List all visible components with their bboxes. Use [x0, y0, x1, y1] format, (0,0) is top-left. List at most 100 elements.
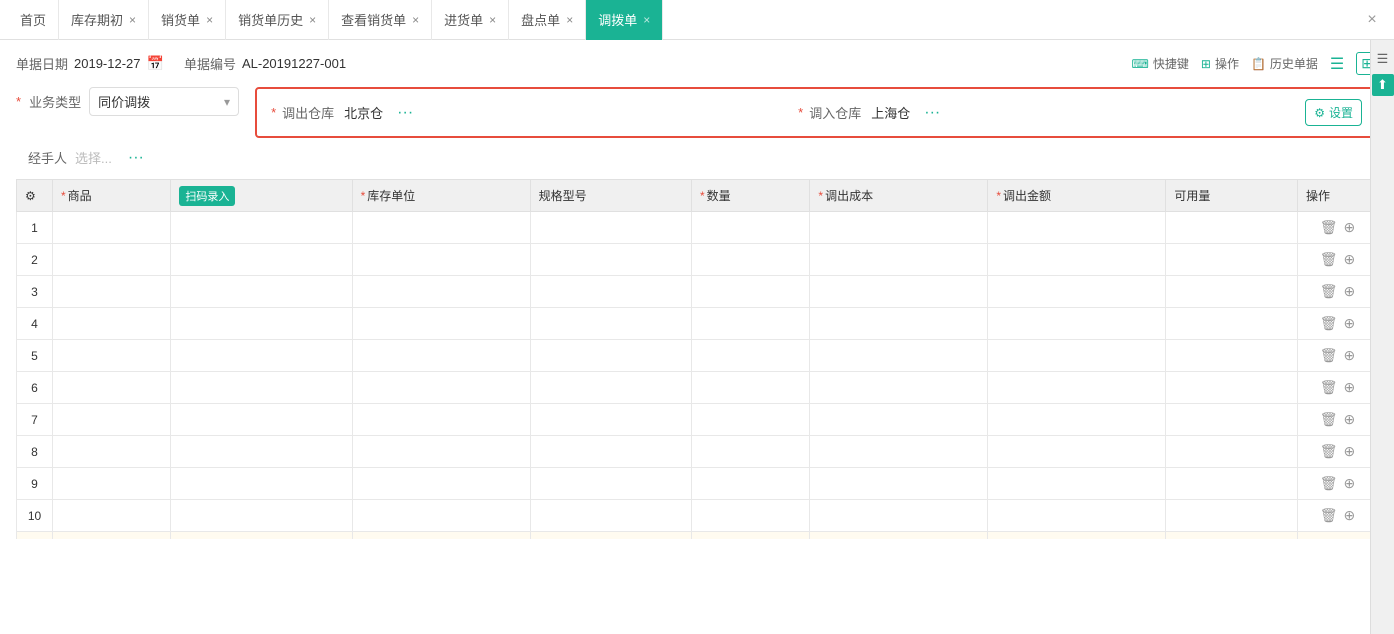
row-amount-8[interactable]: [988, 436, 1166, 468]
tab-sales-history[interactable]: 销货单历史 ×: [226, 0, 329, 40]
row-product-4[interactable]: [53, 308, 171, 340]
sidebar-export-icon[interactable]: ⬆: [1372, 74, 1394, 96]
row-copy-icon-1[interactable]: ⊕: [1344, 219, 1356, 236]
out-warehouse-value[interactable]: 北京仓: [344, 103, 383, 122]
row-cost-10[interactable]: [810, 500, 988, 532]
row-spec-5[interactable]: [530, 340, 691, 372]
row-spec-10[interactable]: [530, 500, 691, 532]
in-warehouse-value[interactable]: 上海仓: [871, 103, 910, 122]
row-copy-icon-2[interactable]: ⊕: [1344, 251, 1356, 268]
row-spec-9[interactable]: [530, 468, 691, 500]
row-product-1[interactable]: [53, 212, 171, 244]
row-cost-7[interactable]: [810, 404, 988, 436]
row-qty-7[interactable]: [692, 404, 810, 436]
row-product-6[interactable]: [53, 372, 171, 404]
row-delete-icon-1[interactable]: 🗑: [1320, 219, 1338, 236]
row-product-10[interactable]: [53, 500, 171, 532]
row-copy-icon-7[interactable]: ⊕: [1344, 411, 1356, 428]
row-copy-icon-6[interactable]: ⊕: [1344, 379, 1356, 396]
row-delete-icon-8[interactable]: 🗑: [1320, 443, 1338, 460]
row-unit-10[interactable]: [352, 500, 530, 532]
row-cost-1[interactable]: [810, 212, 988, 244]
row-unit-8[interactable]: [352, 436, 530, 468]
row-qty-10[interactable]: [692, 500, 810, 532]
close-tab-inventory-check[interactable]: ×: [566, 14, 573, 26]
row-spec-7[interactable]: [530, 404, 691, 436]
row-unit-3[interactable]: [352, 276, 530, 308]
row-unit-2[interactable]: [352, 244, 530, 276]
row-unit-7[interactable]: [352, 404, 530, 436]
row-cost-4[interactable]: [810, 308, 988, 340]
col-gear[interactable]: ⚙: [17, 180, 53, 212]
settings-btn[interactable]: ⚙ 设置: [1305, 99, 1362, 126]
sidebar-list-icon[interactable]: ☰: [1372, 48, 1394, 70]
row-unit-1[interactable]: [352, 212, 530, 244]
row-amount-5[interactable]: [988, 340, 1166, 372]
row-product-5[interactable]: [53, 340, 171, 372]
tab-inventory-init[interactable]: 库存期初 ×: [59, 0, 149, 40]
row-qty-2[interactable]: [692, 244, 810, 276]
row-spec-6[interactable]: [530, 372, 691, 404]
row-amount-3[interactable]: [988, 276, 1166, 308]
row-copy-icon-10[interactable]: ⊕: [1344, 507, 1356, 524]
row-unit-4[interactable]: [352, 308, 530, 340]
row-qty-4[interactable]: [692, 308, 810, 340]
row-copy-icon-9[interactable]: ⊕: [1344, 475, 1356, 492]
row-copy-icon-3[interactable]: ⊕: [1344, 283, 1356, 300]
tab-transfer-order[interactable]: 调拨单 ×: [586, 0, 663, 40]
row-amount-1[interactable]: [988, 212, 1166, 244]
in-warehouse-more-btn[interactable]: ···: [916, 104, 948, 122]
tab-home[interactable]: 首页: [8, 0, 59, 40]
row-spec-4[interactable]: [530, 308, 691, 340]
scan-btn[interactable]: 扫码录入: [179, 186, 235, 206]
row-copy-icon-8[interactable]: ⊕: [1344, 443, 1356, 460]
row-amount-9[interactable]: [988, 468, 1166, 500]
row-qty-9[interactable]: [692, 468, 810, 500]
row-unit-9[interactable]: [352, 468, 530, 500]
row-copy-icon-5[interactable]: ⊕: [1344, 347, 1356, 364]
row-cost-2[interactable]: [810, 244, 988, 276]
row-qty-1[interactable]: [692, 212, 810, 244]
calendar-icon[interactable]: 📅: [147, 55, 164, 72]
row-spec-3[interactable]: [530, 276, 691, 308]
row-unit-6[interactable]: [352, 372, 530, 404]
row-delete-icon-6[interactable]: 🗑: [1320, 379, 1338, 396]
row-qty-6[interactable]: [692, 372, 810, 404]
row-unit-5[interactable]: [352, 340, 530, 372]
row-product-8[interactable]: [53, 436, 171, 468]
close-tab-purchase-order[interactable]: ×: [489, 14, 496, 26]
row-qty-5[interactable]: [692, 340, 810, 372]
tab-view-sales[interactable]: 查看销货单 ×: [329, 0, 432, 40]
operation-btn[interactable]: ⊞ 操作: [1201, 55, 1239, 72]
close-tab-view-sales[interactable]: ×: [412, 14, 419, 26]
row-amount-2[interactable]: [988, 244, 1166, 276]
handler-more-btn[interactable]: ···: [120, 149, 152, 167]
row-cost-3[interactable]: [810, 276, 988, 308]
out-warehouse-more-btn[interactable]: ···: [389, 104, 421, 122]
date-value[interactable]: 2019-12-27: [74, 56, 141, 71]
tab-purchase-order[interactable]: 进货单 ×: [432, 0, 509, 40]
row-copy-icon-4[interactable]: ⊕: [1344, 315, 1356, 332]
row-delete-icon-5[interactable]: 🗑: [1320, 347, 1338, 364]
row-delete-icon-4[interactable]: 🗑: [1320, 315, 1338, 332]
row-amount-4[interactable]: [988, 308, 1166, 340]
row-delete-icon-3[interactable]: 🗑: [1320, 283, 1338, 300]
row-product-7[interactable]: [53, 404, 171, 436]
row-spec-2[interactable]: [530, 244, 691, 276]
row-product-9[interactable]: [53, 468, 171, 500]
row-product-3[interactable]: [53, 276, 171, 308]
row-qty-3[interactable]: [692, 276, 810, 308]
row-spec-8[interactable]: [530, 436, 691, 468]
row-cost-9[interactable]: [810, 468, 988, 500]
business-type-select[interactable]: 同价调拨 ▾: [89, 87, 239, 116]
row-delete-icon-7[interactable]: 🗑: [1320, 411, 1338, 428]
tab-sales-order[interactable]: 销货单 ×: [149, 0, 226, 40]
row-amount-7[interactable]: [988, 404, 1166, 436]
row-product-2[interactable]: [53, 244, 171, 276]
handler-input[interactable]: 选择...: [75, 148, 112, 167]
row-delete-icon-10[interactable]: 🗑: [1320, 507, 1338, 524]
close-window-icon[interactable]: ×: [1360, 8, 1384, 32]
history-btn[interactable]: 📋 历史单据: [1251, 55, 1318, 72]
close-tab-sales-history[interactable]: ×: [309, 14, 316, 26]
row-spec-1[interactable]: [530, 212, 691, 244]
